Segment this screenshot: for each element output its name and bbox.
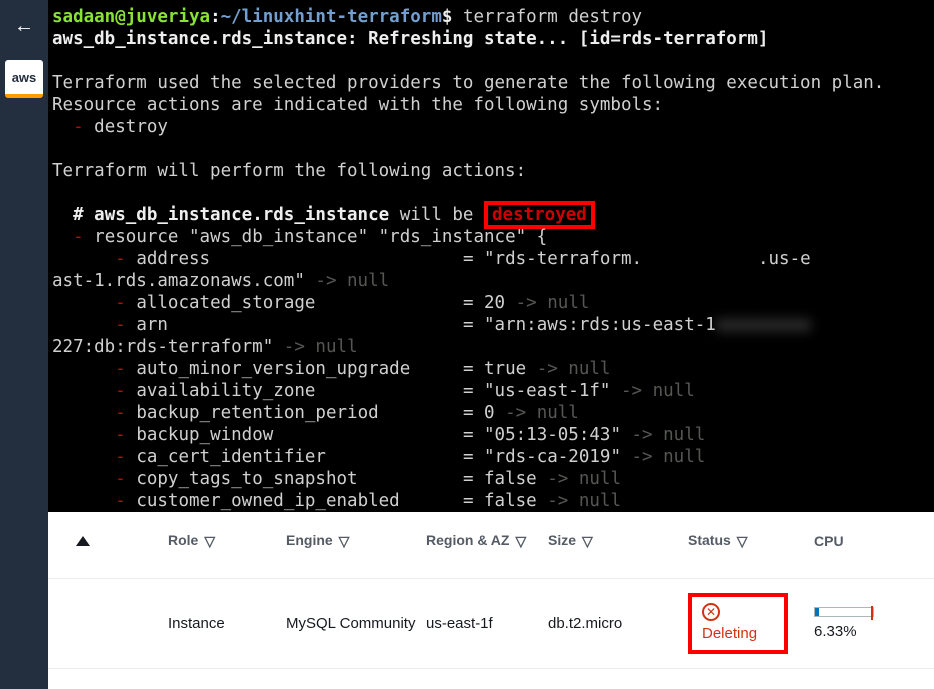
sort-asc-icon (76, 536, 90, 546)
status-text: Deleting (702, 625, 774, 642)
terminal-user: sadaan (52, 7, 115, 27)
expand-column-header[interactable] (48, 536, 118, 546)
browser-left-rail: ← aws (0, 0, 48, 689)
sort-icon: ▽ (339, 533, 350, 550)
aws-logo[interactable]: aws (5, 60, 43, 98)
cell-cpu: 6.33% (814, 607, 924, 640)
col-status-header[interactable]: Status▽ (688, 532, 814, 550)
table-header-row: Role▽ Engine▽ Region & AZ▽ Size▽ Status▽… (48, 512, 934, 579)
terminal-refresh-line: aws_db_instance.rds_instance: Refreshing… (52, 29, 768, 49)
error-circle-icon: ✕ (702, 603, 720, 621)
sort-icon: ▽ (737, 533, 748, 550)
cell-size: db.t2.micro (548, 615, 688, 632)
cell-engine: MySQL Community (286, 615, 426, 632)
back-button[interactable]: ← (8, 10, 40, 42)
db-instances-table: Role▽ Engine▽ Region & AZ▽ Size▽ Status▽… (48, 512, 934, 669)
table-row[interactable]: Instance MySQL Community us-east-1f db.t… (48, 579, 934, 669)
sort-icon: ▽ (582, 533, 593, 550)
cpu-percent-text: 6.33% (814, 623, 924, 640)
col-engine-header[interactable]: Engine▽ (286, 532, 426, 550)
destroyed-highlight: destroyed (492, 205, 587, 225)
col-cpu-header[interactable]: CPU (814, 533, 924, 549)
cpu-bar (814, 607, 874, 617)
col-size-header[interactable]: Size▽ (548, 532, 688, 550)
cell-role: Instance (168, 615, 286, 632)
sort-icon: ▽ (204, 533, 215, 550)
aws-logo-text: aws (12, 71, 37, 84)
terminal-cwd: ~/linuxhint-terraform (221, 7, 442, 27)
col-role-header[interactable]: Role▽ (168, 532, 286, 550)
terminal-window[interactable]: sadaan@juveriya:~/linuxhint-terraform$ t… (48, 0, 934, 512)
terminal-host: juveriya (126, 7, 210, 27)
cell-region: us-east-1f (426, 615, 548, 632)
col-region-header[interactable]: Region & AZ▽ (426, 532, 548, 550)
terminal-command: terraform destroy (463, 7, 642, 27)
sort-icon: ▽ (515, 533, 526, 550)
status-badge: ✕ Deleting (688, 593, 788, 654)
